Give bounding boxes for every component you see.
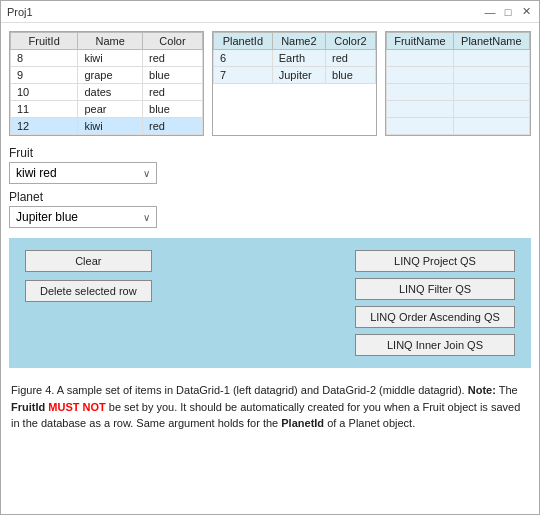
table-row: [387, 84, 530, 101]
caption-bold-start: The: [496, 384, 518, 396]
grid3-cell-empty: [387, 118, 454, 135]
linq-order-button[interactable]: LINQ Order Ascending QS: [355, 306, 515, 328]
grid3-col-planetname: PlanetName: [453, 33, 529, 50]
grid2-cell-id: 7: [214, 67, 273, 84]
fruit-value: kiwi red: [16, 166, 57, 180]
grid3-cell-empty: [453, 84, 529, 101]
table-row[interactable]: 11pearblue: [11, 101, 203, 118]
fruit-dropdown-arrow: ∨: [143, 168, 150, 179]
table-row: [387, 50, 530, 67]
window-title: Proj1: [7, 6, 33, 18]
fruit-label: Fruit: [9, 146, 531, 160]
grid1-cell-color: blue: [143, 67, 203, 84]
caption-must-not: MUST NOT: [45, 401, 106, 413]
grid1-cell-color: blue: [143, 101, 203, 118]
grid1-cell-name: kiwi: [78, 50, 143, 67]
close-button[interactable]: ✕: [519, 5, 533, 19]
grid3-header-row: FruitName PlanetName: [387, 33, 530, 50]
caption-note: Note:: [468, 384, 496, 396]
fruit-dropdown[interactable]: kiwi red ∨: [9, 162, 157, 184]
main-window: Proj1 — □ ✕ FruitId Name Color: [0, 0, 540, 515]
grid1-col-fruitid: FruitId: [11, 33, 78, 50]
grid3-cell-empty: [453, 118, 529, 135]
grid1-cell-id: 8: [11, 50, 78, 67]
planet-dropdown-arrow: ∨: [143, 212, 150, 223]
table-row[interactable]: 12kiwired: [11, 118, 203, 135]
grid3-cell-empty: [387, 101, 454, 118]
dropdowns-area: Fruit kiwi red ∨ Planet Jupiter blue ∨: [9, 146, 531, 228]
linq-project-button[interactable]: LINQ Project QS: [355, 250, 515, 272]
grid1-cell-color: red: [143, 118, 203, 135]
caption-text: Figure 4. A sample set of items in DataG…: [9, 378, 531, 436]
caption-prefix: Figure 4. A sample set of items in DataG…: [11, 384, 468, 396]
grid1-cell-color: red: [143, 84, 203, 101]
grid1-cell-id: 10: [11, 84, 78, 101]
action-panel: Clear Delete selected row LINQ Project Q…: [9, 238, 531, 368]
grid1-col-name: Name: [78, 33, 143, 50]
grid1-cell-id: 9: [11, 67, 78, 84]
table-row[interactable]: 8kiwired: [11, 50, 203, 67]
grid3-cell-empty: [453, 67, 529, 84]
datagrid1: FruitId Name Color 8kiwired9grapeblue10d…: [9, 31, 204, 136]
planet-label: Planet: [9, 190, 531, 204]
caption-planetid: PlanetId: [281, 417, 324, 429]
grid1-cell-name: dates: [78, 84, 143, 101]
grid1-cell-color: red: [143, 50, 203, 67]
grid2-col-name2: Name2: [272, 33, 325, 50]
grid3-cell-empty: [387, 84, 454, 101]
grid2-col-planetid: PlanetId: [214, 33, 273, 50]
main-content: FruitId Name Color 8kiwired9grapeblue10d…: [1, 23, 539, 444]
titlebar-controls: — □ ✕: [483, 5, 533, 19]
planet-dropdown[interactable]: Jupiter blue ∨: [9, 206, 157, 228]
linq-inner-button[interactable]: LINQ Inner Join QS: [355, 334, 515, 356]
datagrid3: FruitName PlanetName: [385, 31, 531, 136]
linq-filter-button[interactable]: LINQ Filter QS: [355, 278, 515, 300]
caption-end: of a Planet object.: [324, 417, 415, 429]
table-row: [387, 67, 530, 84]
grid1-cell-id: 11: [11, 101, 78, 118]
grid2-col-color2: Color2: [326, 33, 376, 50]
grid2-header-row: PlanetId Name2 Color2: [214, 33, 376, 50]
grid1-col-color: Color: [143, 33, 203, 50]
table-row[interactable]: 10datesred: [11, 84, 203, 101]
maximize-button[interactable]: □: [501, 5, 515, 19]
minimize-button[interactable]: —: [483, 5, 497, 19]
grid3-cell-empty: [387, 67, 454, 84]
table-row: [387, 101, 530, 118]
table-row: [387, 118, 530, 135]
planet-value: Jupiter blue: [16, 210, 78, 224]
action-right: LINQ Project QS LINQ Filter QS LINQ Orde…: [355, 250, 515, 356]
grid2-cell-id: 6: [214, 50, 273, 67]
grid2-cell-color: red: [326, 50, 376, 67]
grid1-cell-name: pear: [78, 101, 143, 118]
grid3-cell-empty: [387, 50, 454, 67]
grid2-cell-name: Jupiter: [272, 67, 325, 84]
table-row[interactable]: 9grapeblue: [11, 67, 203, 84]
grid3-col-fruitname: FruitName: [387, 33, 454, 50]
grid1-header-row: FruitId Name Color: [11, 33, 203, 50]
grid2-cell-color: blue: [326, 67, 376, 84]
grid1-cell-id: 12: [11, 118, 78, 135]
grid1-cell-name: kiwi: [78, 118, 143, 135]
table-row[interactable]: 7Jupiterblue: [214, 67, 376, 84]
clear-button[interactable]: Clear: [25, 250, 152, 272]
grid3-cell-empty: [453, 50, 529, 67]
titlebar: Proj1 — □ ✕: [1, 1, 539, 23]
delete-button[interactable]: Delete selected row: [25, 280, 152, 302]
caption-fruitid: FruitId: [11, 401, 45, 413]
grid1-cell-name: grape: [78, 67, 143, 84]
grids-row: FruitId Name Color 8kiwired9grapeblue10d…: [9, 31, 531, 136]
grid2-cell-name: Earth: [272, 50, 325, 67]
grid3-cell-empty: [453, 101, 529, 118]
action-left: Clear Delete selected row: [25, 250, 152, 302]
datagrid2: PlanetId Name2 Color2 6Earthred7Jupiterb…: [212, 31, 377, 136]
table-row[interactable]: 6Earthred: [214, 50, 376, 67]
